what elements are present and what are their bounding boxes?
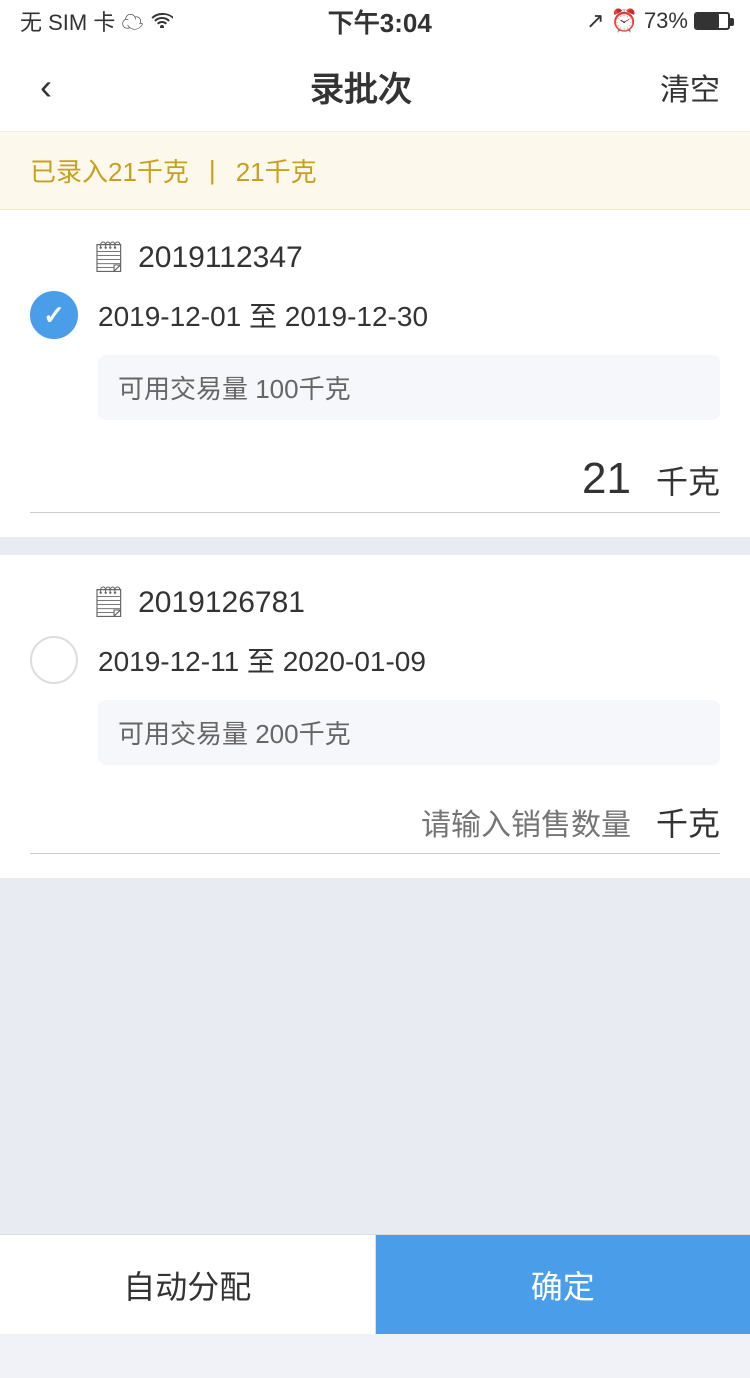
location-icon: ↗ [586, 8, 604, 34]
status-time: 下午3:04 [328, 3, 432, 40]
status-right: ↗ ⏰ 73% [586, 8, 730, 34]
availability-box-1: 可用交易量 100千克 [98, 355, 720, 420]
back-button[interactable]: ‹ [30, 56, 62, 118]
bottom-bar: 自动分配 确定 [0, 1234, 750, 1334]
info-banner: 已录入21千克 | 21千克 [0, 132, 750, 210]
batch-doc-icon-1: 🗒 [90, 240, 128, 275]
recorded-amount: 已录入21千克 [30, 152, 189, 189]
batch-card-1: 🗒 2019112347 ✓ 2019-12-01 至 2019-12-30 可… [0, 210, 750, 537]
batch-date-2: 2019-12-11 至 2020-01-09 [98, 640, 426, 680]
wifi-icon [151, 8, 173, 34]
batch-avail-row-2: 可用交易量 200千克 [98, 700, 720, 765]
batch-date-row-1[interactable]: ✓ 2019-12-01 至 2019-12-30 [30, 291, 720, 339]
quantity-input-2[interactable] [346, 809, 646, 843]
confirm-button[interactable]: 确定 [376, 1235, 750, 1334]
batch-id-row-2: 🗒 2019126781 [30, 585, 720, 620]
batch-id-1: 2019112347 [138, 241, 303, 275]
check-icon-1: ✓ [43, 300, 65, 331]
empty-area [0, 878, 750, 1278]
batch-id-row-1: 🗒 2019112347 [30, 240, 720, 275]
sim-label: 无 SIM 卡 ☁ [20, 5, 143, 37]
total-amount: 21千克 [236, 152, 317, 189]
card-divider [0, 537, 750, 555]
main-content: 🗒 2019112347 ✓ 2019-12-01 至 2019-12-30 可… [0, 210, 750, 1378]
radio-button-1[interactable]: ✓ [30, 291, 78, 339]
batch-avail-row-1: 可用交易量 100千克 [98, 355, 720, 420]
banner-divider: | [209, 155, 216, 186]
page-title: 录批次 [310, 62, 412, 111]
alarm-icon: ⏰ [611, 8, 638, 34]
quantity-row-2: 千克 [0, 775, 750, 845]
batch-id-2: 2019126781 [138, 586, 305, 620]
quantity-unit-2: 千克 [656, 799, 720, 845]
quantity-unit-1: 千克 [656, 457, 720, 503]
battery-icon [694, 12, 730, 30]
battery-percent: 73% [644, 8, 688, 34]
batch-card-2: 🗒 2019126781 2019-12-11 至 2020-01-09 可用交… [0, 555, 750, 878]
batch-doc-icon-2: 🗒 [90, 585, 128, 620]
quantity-input-1[interactable] [526, 454, 646, 504]
quantity-row-1: 千克 [0, 430, 750, 504]
clear-button[interactable]: 清空 [660, 65, 720, 109]
status-left: 无 SIM 卡 ☁ [20, 5, 173, 37]
batch-date-row-2[interactable]: 2019-12-11 至 2020-01-09 [30, 636, 720, 684]
auto-distribute-button[interactable]: 自动分配 [0, 1235, 376, 1334]
availability-box-2: 可用交易量 200千克 [98, 700, 720, 765]
nav-bar: ‹ 录批次 清空 [0, 42, 750, 132]
status-bar: 无 SIM 卡 ☁ 下午3:04 ↗ ⏰ 73% [0, 0, 750, 42]
radio-button-2[interactable] [30, 636, 78, 684]
batch-date-1: 2019-12-01 至 2019-12-30 [98, 295, 428, 335]
